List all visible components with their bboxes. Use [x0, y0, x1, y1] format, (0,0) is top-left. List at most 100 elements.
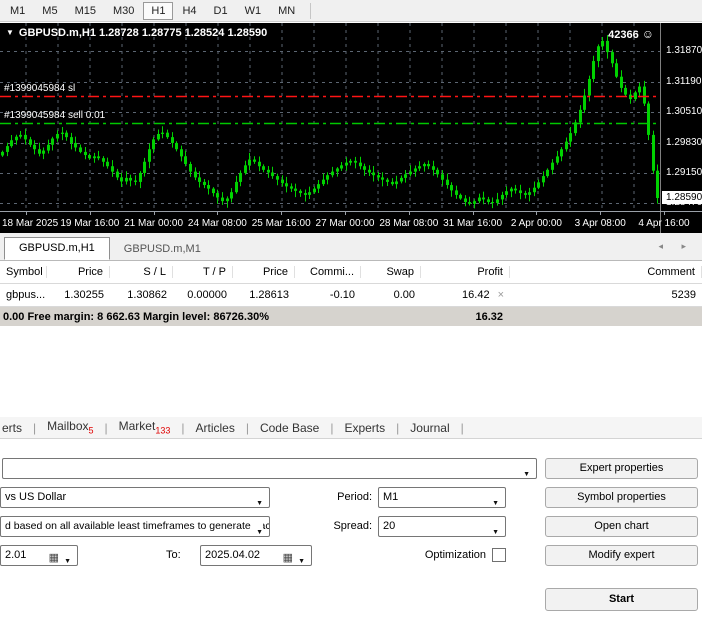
terminal-tab-market[interactable]: Market133 — [117, 419, 173, 435]
timeframe-button-M5[interactable]: M5 — [34, 2, 65, 20]
chart-tab-gbpusd-m-m1[interactable]: GBPUSD.m,M1 — [110, 239, 215, 260]
cell-swap: 0.00 — [393, 289, 415, 301]
tab-separator: | — [104, 420, 108, 435]
timeframe-button-W1[interactable]: W1 — [237, 2, 270, 20]
chevron-down-icon: ▼ — [492, 529, 499, 536]
chevron-down-icon: ▼ — [64, 558, 71, 565]
column-header-comment[interactable]: Comment — [510, 266, 702, 278]
price-axis[interactable]: 1.318701.311901.305101.298301.291501.284… — [660, 23, 702, 233]
close-position-icon[interactable]: × — [498, 289, 504, 301]
price-axis-label: 1.31190 — [666, 75, 702, 87]
column-header-symbol[interactable]: Symbol — [0, 266, 47, 278]
account-summary-text: 0.00 Free margin: 8 662.63 Margin level:… — [3, 310, 269, 323]
timeframe-button-M15[interactable]: M15 — [67, 2, 104, 20]
cell-symbol: gbpus... — [6, 289, 46, 301]
stop-loss-line-label: #1399045984 sl — [4, 82, 76, 94]
table-row[interactable]: gbpus... 1.30255 1.30862 0.00000 1.28613 -0.1… — [0, 284, 702, 307]
timeframe-button-D1[interactable]: D1 — [206, 2, 236, 20]
time-axis-label: 3 Apr 08:00 — [574, 218, 626, 229]
chart-tab-gbpusd-m-h1[interactable]: GBPUSD.m,H1 — [4, 237, 110, 260]
time-axis-label: 24 Mar 08:00 — [187, 218, 247, 229]
spread-label: Spread: — [333, 520, 372, 532]
current-price-tag: 1.28590 — [662, 191, 702, 205]
column-header-t-p[interactable]: T / P — [173, 266, 233, 278]
period-label: Period: — [337, 491, 372, 503]
tab-separator: | — [245, 420, 249, 435]
timeframe-button-M1[interactable]: M1 — [2, 2, 33, 20]
strategy-tester-panel: ▼ Expert properties vs US Dollar ▼ Perio… — [0, 440, 702, 642]
chevron-down-icon[interactable]: ▼ — [6, 28, 14, 37]
tab-separator: | — [396, 420, 400, 435]
timeframe-button-M30[interactable]: M30 — [105, 2, 142, 20]
toolbar-separator — [310, 2, 312, 19]
smiley-icon: ☺ — [641, 27, 654, 41]
time-axis-label: 28 Mar 08:00 — [379, 218, 439, 229]
bars-count: 42366 ☺ — [608, 27, 654, 41]
time-axis-tick — [281, 212, 283, 215]
time-axis-label: 21 Mar 00:00 — [124, 218, 184, 229]
cell-profit: 16.42 × — [462, 289, 504, 301]
terminal-tab-erts[interactable]: erts — [0, 421, 24, 435]
tab-scroll-arrows[interactable]: ◂ ▸ — [658, 241, 694, 252]
column-header-profit[interactable]: Profit — [421, 266, 510, 278]
column-header-swap[interactable]: Swap — [361, 266, 421, 278]
timeframe-button-H4[interactable]: H4 — [174, 2, 204, 20]
to-label: To: — [166, 549, 181, 561]
price-axis-label: 1.29150 — [666, 166, 702, 178]
time-axis-label: 19 Mar 16:00 — [60, 218, 120, 229]
terminal-tab-bar: erts | Mailbox5 | Market133 | Articles | Code Ba… — [0, 417, 702, 439]
tab-separator: | — [181, 420, 185, 435]
modify-expert-button[interactable]: Modify expert — [545, 545, 698, 566]
column-header-price[interactable]: Price — [47, 266, 110, 278]
chart-area[interactable]: ▼ GBPUSD.m,H1 1.28728 1.28775 1.28524 1.2… — [0, 23, 702, 233]
cell-commi-: -0.10 — [329, 289, 355, 301]
price-axis-label: 1.30510 — [666, 106, 702, 118]
tab-separator: | — [330, 420, 334, 435]
terminal-tab-experts[interactable]: Experts — [342, 421, 387, 435]
timeframe-button-H1[interactable]: H1 — [143, 1, 174, 20]
time-axis-tick — [345, 212, 346, 215]
column-header-price[interactable]: Price — [233, 266, 295, 278]
time-axis-tick — [600, 212, 602, 215]
timeframe-button-MN[interactable]: MN — [270, 2, 303, 20]
symbol-select[interactable]: vs US Dollar ▼ — [0, 487, 270, 508]
column-header-commi-[interactable]: Commi... — [295, 266, 361, 278]
symbol-properties-button[interactable]: Symbol properties — [545, 487, 698, 508]
time-axis[interactable]: 18 Mar 2025 19 Mar 16:00 21 Mar 00:00 24 Ma… — [0, 211, 702, 233]
terminal-tab-code-base[interactable]: Code Base — [258, 421, 321, 435]
terminal-tab-articles[interactable]: Articles — [193, 421, 236, 435]
column-header-s-l[interactable]: S / L — [110, 266, 173, 278]
time-axis-tick — [26, 212, 27, 215]
cell-price: 1.30255 — [64, 289, 104, 301]
tab-badge: 133 — [155, 425, 171, 436]
chevron-down-icon: ▼ — [254, 523, 263, 536]
ohlc-text: GBPUSD.m,H1 1.28728 1.28775 1.28524 1.28… — [18, 27, 268, 39]
date-from-field[interactable]: 2.01 ▦ ▼ — [0, 545, 78, 566]
account-summary-bar: 0.00 Free margin: 8 662.63 Margin level:… — [0, 307, 702, 326]
time-axis-label: 27 Mar 00:00 — [315, 218, 375, 229]
terminal-tab-mailbox[interactable]: Mailbox5 — [45, 419, 95, 435]
sell-order-line-label: #1399045984 sell 0.01 — [4, 109, 106, 121]
time-axis-tick — [664, 212, 665, 215]
tab-badge: 5 — [88, 425, 94, 436]
model-select[interactable]: d based on all available least timeframe… — [0, 516, 270, 537]
expert-properties-button[interactable]: Expert properties — [545, 458, 698, 479]
period-select[interactable]: M1 ▼ — [378, 487, 506, 508]
expert-select[interactable]: ▼ — [2, 458, 537, 479]
terminal-tab-journal[interactable]: Journal — [408, 421, 451, 435]
time-axis-label: 18 Mar 2025 — [2, 218, 59, 229]
time-axis-tick — [408, 212, 410, 215]
date-to-field[interactable]: 2025.04.02 ▦ ▼ — [200, 545, 312, 566]
optimization-checkbox[interactable] — [492, 548, 506, 562]
timeframe-toolbar: M1 M5 M15 M30 H1 H4 D1 W1 MN — [0, 0, 702, 22]
start-button[interactable]: Start — [545, 588, 698, 611]
mt4-window: M1 M5 M15 M30 H1 H4 D1 W1 MN ▼ GBPUSD.m,H1 1.2872… — [0, 0, 702, 642]
chevron-down-icon: ▼ — [256, 500, 263, 507]
time-axis-label: 31 Mar 16:00 — [443, 218, 503, 229]
time-axis-tick — [153, 212, 155, 215]
spread-select[interactable]: 20 ▼ — [378, 516, 506, 537]
open-chart-button[interactable]: Open chart — [545, 516, 698, 537]
calendar-icon: ▦ — [48, 552, 59, 564]
cell-t-p: 0.00000 — [187, 289, 227, 301]
time-axis-label: 25 Mar 16:00 — [251, 218, 311, 229]
